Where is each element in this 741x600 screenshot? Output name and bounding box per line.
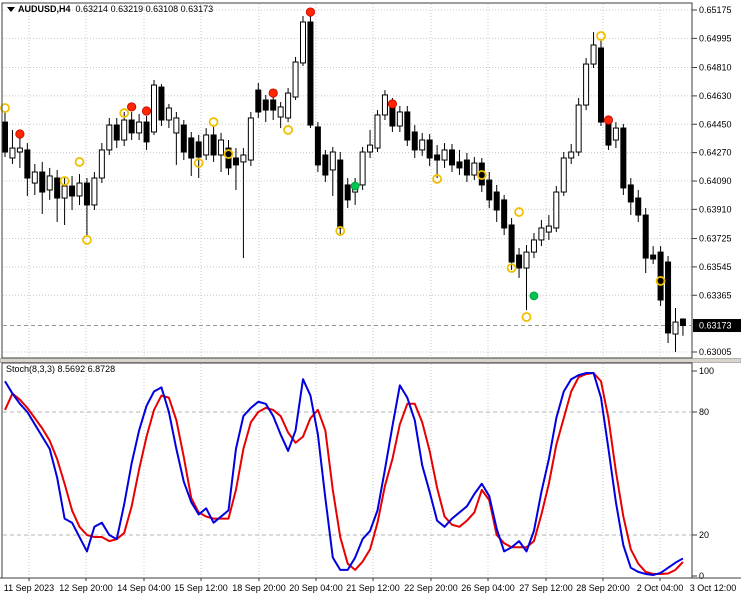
price-tick-label: 0.64270 — [699, 148, 732, 158]
green-dot-marker — [529, 291, 539, 301]
time-tick-label: 2 Oct 04:00 — [637, 583, 684, 593]
red-dot-marker — [127, 102, 137, 112]
red-dot-marker — [141, 106, 152, 116]
time-tick-label: 21 Sep 12:00 — [346, 583, 400, 593]
price-tick-label: 0.63005 — [699, 347, 732, 357]
red-dot-marker — [268, 88, 278, 98]
time-tick-label: 18 Sep 20:00 — [232, 583, 286, 593]
time-tick-label: 15 Sep 12:00 — [174, 583, 228, 593]
time-tick-label: 3 Oct 12:00 — [690, 583, 737, 593]
price-tick-label: 0.64090 — [699, 176, 732, 186]
current-price-tag: 0.63173 — [693, 319, 741, 333]
candle-up — [553, 186, 560, 233]
time-tick-label: 26 Sep 04:00 — [461, 583, 515, 593]
price-tick-label: 0.64810 — [699, 63, 732, 73]
ohlc-values: 0.63214 0.63219 0.63108 0.63173 — [75, 4, 214, 14]
candle-down — [404, 105, 411, 147]
red-dot-marker — [305, 7, 316, 17]
stoch-tick-label: 0 — [699, 571, 704, 581]
candle-down — [314, 122, 321, 173]
price-tick-label: 0.63365 — [699, 290, 732, 300]
candle-down — [307, 13, 314, 129]
candle-up — [292, 56, 299, 100]
candle-up — [151, 79, 157, 135]
candle-up — [583, 58, 590, 111]
symbol-dropdown-icon[interactable] — [7, 7, 15, 12]
candle-up — [285, 88, 292, 123]
candle-down — [337, 152, 344, 237]
chart-svg: 0.65175 0.64995 0.64810 0.64630 0.64450 0.642… — [0, 0, 741, 600]
stoch-tick-label: 80 — [699, 407, 709, 417]
red-dot-marker — [603, 115, 614, 125]
stoch-name: Stoch(8,3,3) — [6, 364, 56, 374]
candle-down — [508, 218, 515, 271]
candle-down — [158, 84, 165, 126]
candle-up — [300, 15, 306, 66]
candle-up — [374, 110, 381, 153]
panel-separator[interactable] — [0, 358, 741, 363]
candle-down — [598, 39, 604, 126]
candle-up — [575, 97, 582, 156]
candle-down — [665, 256, 672, 344]
svg-text:0.63173: 0.63173 — [699, 321, 732, 331]
time-tick-label: 20 Sep 04:00 — [289, 583, 343, 593]
stoch-values: 8.5692 6.8728 — [57, 364, 116, 374]
time-tick-label: 27 Sep 12:00 — [519, 583, 573, 593]
time-tick-label: 22 Sep 20:00 — [404, 583, 458, 593]
time-tick-label: 28 Sep 20:00 — [576, 583, 630, 593]
chart-background — [0, 0, 741, 600]
chart-window: 0.65175 0.64995 0.64810 0.64630 0.64450 0.642… — [0, 0, 741, 600]
symbol-timeframe-label: AUDUSD,H4 — [18, 4, 71, 14]
green-dot-marker — [350, 181, 360, 191]
candle-up — [560, 152, 567, 196]
stoch-indicator-label: Stoch(8,3,3) 8.5692 6.8728 — [6, 364, 115, 375]
price-tick-label: 0.64450 — [699, 119, 732, 129]
candle-up — [91, 172, 98, 210]
candle-down — [620, 123, 627, 196]
time-tick-label: 14 Sep 04:00 — [117, 583, 171, 593]
stoch-tick-label: 20 — [699, 530, 709, 540]
red-dot-marker — [387, 99, 397, 109]
candle-up — [359, 146, 366, 190]
price-tick-label: 0.63725 — [699, 234, 732, 244]
time-tick-label: 12 Sep 20:00 — [59, 583, 113, 593]
price-tick-label: 0.64995 — [699, 33, 732, 43]
price-tick-label: 0.65175 — [699, 5, 732, 15]
candle-up — [247, 111, 254, 167]
price-tick-label: 0.63545 — [699, 262, 732, 272]
stoch-tick-label: 100 — [699, 366, 714, 376]
chart-title: AUDUSD,H4 0.63214 0.63219 0.63108 0.6317… — [18, 4, 213, 15]
time-tick-label: 11 Sep 2023 — [4, 583, 54, 593]
red-dot-marker — [15, 129, 25, 139]
price-tick-label: 0.63910 — [699, 204, 732, 214]
price-tick-label: 0.64630 — [699, 91, 732, 101]
